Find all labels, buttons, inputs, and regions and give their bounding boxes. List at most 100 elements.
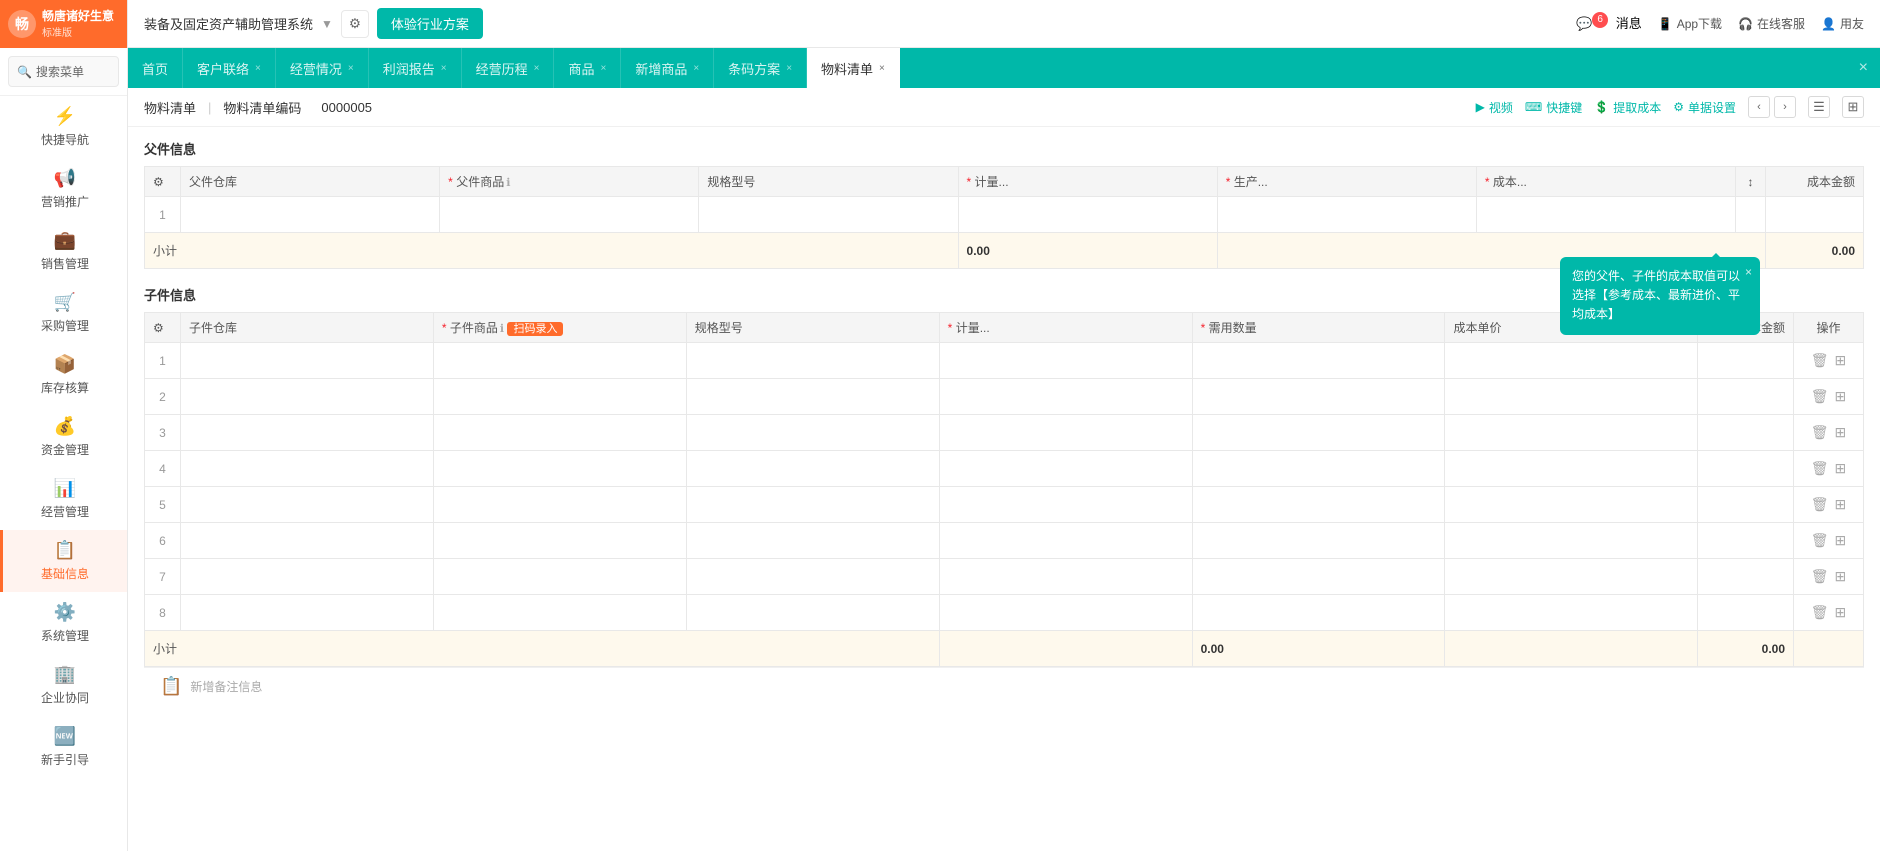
close-all-tabs[interactable]: × [1847,59,1880,77]
tab-products-close[interactable]: × [600,63,606,74]
child-warehouse-input-3[interactable] [181,415,433,450]
child-unit-input-5[interactable] [940,487,1192,522]
nav-prev[interactable]: ‹ [1748,96,1770,118]
sidebar-item-finance[interactable]: 💰 资金管理 [0,406,127,468]
tooltip-close-button[interactable]: × [1745,263,1752,282]
delete-icon-4[interactable]: 🗑 [1811,460,1829,477]
child-warehouse-input-5[interactable] [181,487,433,522]
child-warehouse-input-6[interactable] [181,523,433,558]
parent-production-cell[interactable] [1217,197,1476,233]
child-spec-input-1[interactable] [687,343,939,378]
tab-bom-close[interactable]: × [879,63,885,74]
child-cost-price-input-3[interactable] [1445,415,1697,450]
delete-icon-3[interactable]: 🗑 [1811,424,1829,441]
child-qty-input-8[interactable] [1193,595,1445,630]
child-qty-input-6[interactable] [1193,523,1445,558]
sidebar-item-basic-info[interactable]: 📋 基础信息 [0,530,127,592]
child-cost-price-input-1[interactable] [1445,343,1697,378]
child-qty-input-7[interactable] [1193,559,1445,594]
child-spec-input-3[interactable] [687,415,939,450]
child-warehouse-input-1[interactable] [181,343,433,378]
tab-ops-history[interactable]: 经营历程 × [462,48,555,88]
child-spec-input-8[interactable] [687,595,939,630]
user-info[interactable]: 👤 用友 [1821,15,1864,32]
tab-profit[interactable]: 利润报告 × [369,48,462,88]
child-product-input-3[interactable] [434,415,686,450]
tab-barcode-close[interactable]: × [786,63,792,74]
child-qty-input-3[interactable] [1193,415,1445,450]
delete-icon-2[interactable]: 🗑 [1811,388,1829,405]
tab-new-product[interactable]: 新增商品 × [621,48,714,88]
parent-th-settings[interactable]: ⚙ [145,167,181,197]
video-action[interactable]: ▶ 视频 [1476,99,1513,116]
delete-icon-8[interactable]: 🗑 [1811,604,1829,621]
child-cost-price-input-4[interactable] [1445,451,1697,486]
online-service-link[interactable]: 🎧 在线客服 [1738,15,1805,32]
child-product-input-8[interactable] [434,595,686,630]
child-product-input-2[interactable] [434,379,686,414]
child-th-settings[interactable]: ⚙ [145,313,181,343]
child-spec-input-7[interactable] [687,559,939,594]
scan-badge[interactable]: 扫码录入 [507,322,563,336]
child-cost-price-input-7[interactable] [1445,559,1697,594]
child-unit-1[interactable] [939,343,1192,379]
notes-hint[interactable]: 新增备注信息 [190,678,262,695]
table-view-button[interactable]: ☰ [1808,96,1830,118]
child-product-1[interactable] [433,343,686,379]
message-wrap[interactable]: 💬 6 消息 [1576,13,1641,34]
app-download-link[interactable]: 📱 App下载 [1658,15,1722,32]
parent-cost-input[interactable] [1477,197,1735,232]
child-unit-input-4[interactable] [940,451,1192,486]
tab-home[interactable]: 首页 [128,48,183,88]
extract-cost-action[interactable]: 💲 提取成本 [1594,99,1661,116]
copy-icon-4[interactable]: ⊞ [1835,460,1847,477]
child-warehouse-input-2[interactable] [181,379,433,414]
copy-icon-8[interactable]: ⊞ [1835,604,1847,621]
sidebar-item-system[interactable]: ⚙️ 系统管理 [0,592,127,654]
child-warehouse-1[interactable] [181,343,434,379]
parent-production-input[interactable] [1218,197,1476,232]
expand-icon[interactable]: ▼ [321,17,333,31]
child-qty-input-2[interactable] [1193,379,1445,414]
child-qty-input-1[interactable] [1193,343,1445,378]
delete-icon-1[interactable]: 🗑 [1811,352,1829,369]
single-settings-action[interactable]: ⚙ 单据设置 [1673,99,1736,116]
tab-ops-status[interactable]: 经营情况 × [276,48,369,88]
parent-spec-cell[interactable] [699,197,958,233]
sidebar-item-marketing[interactable]: 📢 营销推广 [0,158,127,220]
delete-icon-7[interactable]: 🗑 [1811,568,1829,585]
child-warehouse-input-7[interactable] [181,559,433,594]
child-product-input-7[interactable] [434,559,686,594]
child-qty-input-4[interactable] [1193,451,1445,486]
child-qty-input-5[interactable] [1193,487,1445,522]
sidebar-item-inventory[interactable]: 📦 库存核算 [0,344,127,406]
copy-icon-2[interactable]: ⊞ [1835,388,1847,405]
tab-customer[interactable]: 客户联络 × [183,48,276,88]
parent-spec-input[interactable] [699,197,957,232]
child-unit-input-7[interactable] [940,559,1192,594]
parent-unit-cell[interactable] [958,197,1217,233]
topbar-settings-button[interactable]: ⚙ [341,10,369,38]
sidebar-item-guide[interactable]: 🆕 新手引导 [0,716,127,778]
tab-profit-close[interactable]: × [441,63,447,74]
child-unit-input-2[interactable] [940,379,1192,414]
nav-next[interactable]: › [1774,96,1796,118]
parent-unit-input[interactable] [959,197,1217,232]
tab-barcode[interactable]: 条码方案 × [714,48,807,88]
parent-product-input[interactable] [440,197,698,232]
delete-icon-5[interactable]: 🗑 [1811,496,1829,513]
child-spec-input-5[interactable] [687,487,939,522]
sidebar-item-quick-nav[interactable]: ⚡ 快捷导航 [0,96,127,158]
child-product-input-1[interactable] [434,343,686,378]
child-warehouse-input-8[interactable] [181,595,433,630]
sidebar-item-sales[interactable]: 💼 销售管理 [0,220,127,282]
child-spec-1[interactable] [686,343,939,379]
parent-warehouse-cell[interactable] [181,197,440,233]
grid-view-button[interactable]: ⊞ [1842,96,1864,118]
experience-button[interactable]: 体验行业方案 [377,8,483,39]
search-menu-button[interactable]: 🔍 搜索菜单 [8,56,119,87]
child-cost-price-input-6[interactable] [1445,523,1697,558]
child-spec-input-4[interactable] [687,451,939,486]
sidebar-item-enterprise[interactable]: 🏢 企业协同 [0,654,127,716]
child-unit-input-1[interactable] [940,343,1192,378]
